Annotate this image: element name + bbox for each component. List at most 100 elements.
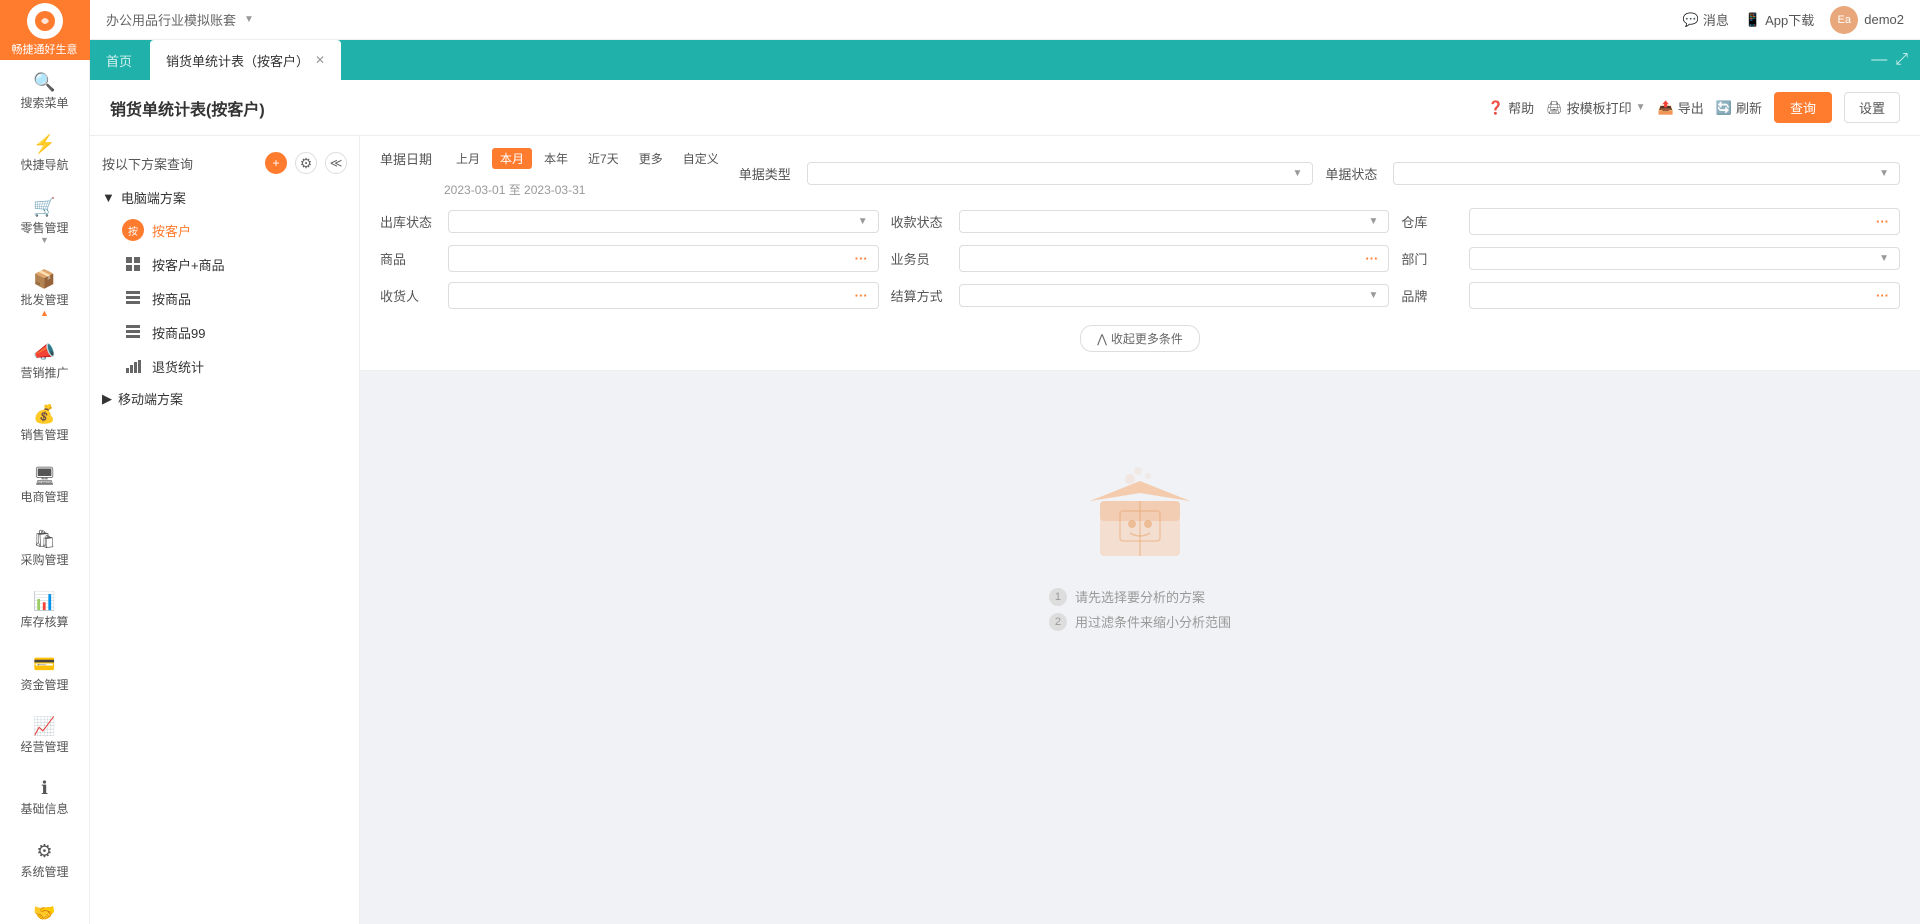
ship-status-control[interactable]: ▼ (448, 210, 879, 233)
tree-child-by-product[interactable]: 按商品 (110, 281, 359, 315)
sidebar-item-marketing[interactable]: 📣 营销推广 (0, 330, 89, 392)
tree-child-by-customer[interactable]: 按 按客户 (110, 213, 359, 247)
tab-close-btn[interactable]: ✕ (315, 53, 325, 67)
tree-children-desktop: 按 按客户 按客户+商品 (90, 213, 359, 383)
department-label: 部门 (1401, 249, 1461, 268)
sidebar-item-wholesale[interactable]: 📦 批发管理 ▲ (0, 257, 89, 329)
by-customer-label: 按客户 (152, 221, 191, 240)
sales-icon: 💰 (33, 404, 55, 425)
department-control[interactable]: ▼ (1469, 247, 1900, 270)
date-tab-custom[interactable]: 自定义 (675, 148, 727, 169)
tab-sales-stat[interactable]: 销货单统计表（按客户） ✕ (150, 40, 341, 80)
collapse-row: ⋀ 收起更多条件 (380, 319, 1900, 358)
sidebar-label-search: 搜索菜单 (20, 96, 68, 110)
tab-home[interactable]: 首页 (90, 40, 148, 80)
sidebar-item-quick-nav[interactable]: ⚡ 快捷导航 (0, 122, 89, 184)
sidebar-item-operations[interactable]: 📈 经营管理 (0, 704, 89, 766)
warehouse-control[interactable]: ··· (1469, 208, 1900, 235)
salesperson-control[interactable]: ··· (959, 245, 1390, 272)
mobile-expand-icon: ▶ (102, 391, 112, 407)
page-content: 销货单统计表(按客户) ❓ 帮助 🖨 按模板打印 ▼ 📤 导出 🔄 刷新 (90, 80, 1920, 924)
tree-child-by-product99[interactable]: 按商品99 (110, 315, 359, 349)
window-minimize-btn[interactable]: — (1871, 51, 1887, 69)
filter-row-2: 出库状态 ▼ 收款状态 ▼ (380, 208, 1900, 235)
sidebar-item-inventory[interactable]: 📊 库存核算 (0, 579, 89, 641)
receiver-ellipsis[interactable]: ··· (855, 288, 868, 303)
tip-text-2: 用过滤条件来缩小分析范围 (1075, 612, 1231, 631)
window-maximize-btn[interactable]: ⤢ (1895, 51, 1908, 69)
date-tab-more[interactable]: 更多 (631, 148, 671, 169)
sidebar-item-enterprise[interactable]: 🤝 企业协同 (0, 891, 89, 924)
tree-section: ▼ 电脑端方案 按 按客户 (90, 182, 359, 414)
order-type-control[interactable]: ▼ (807, 162, 1314, 185)
breadcrumb: 办公用品行业模拟账套 (106, 10, 236, 29)
export-btn[interactable]: 📤 导出 (1658, 98, 1704, 117)
sidebar-item-system[interactable]: ⚙ 系统管理 (0, 829, 89, 891)
date-tab-this-month[interactable]: 本月 (492, 148, 532, 169)
sidebar-item-ecommerce[interactable]: 🖥 电商管理 (0, 454, 89, 516)
refresh-btn[interactable]: 🔄 刷新 (1716, 98, 1762, 117)
retail-icon: 🛒 (33, 197, 55, 218)
filter-receiver-item: 收货人 ··· (380, 282, 879, 309)
collapse-panel-btn[interactable]: ≪ (325, 152, 347, 174)
date-tab-7days[interactable]: 近7天 (580, 148, 627, 169)
date-label: 单据日期 (380, 149, 440, 168)
main-area: 办公用品行业模拟账套 ▼ 💬 消息 📱 App下载 Ea demo2 首页 (90, 0, 1920, 924)
help-btn[interactable]: ❓ 帮助 (1488, 98, 1534, 117)
tree-parent-desktop[interactable]: ▼ 电脑端方案 (90, 182, 359, 213)
print-btn[interactable]: 🖨 按模板打印 ▼ (1546, 98, 1645, 117)
settings-btn[interactable]: 设置 (1844, 92, 1900, 123)
sidebar-menu: 🔍 搜索菜单 ⚡ 快捷导航 🛒 零售管理 ▼ 📦 批发管理 ▲ 📣 营销推广 💰… (0, 60, 89, 924)
tree-child-return-stat[interactable]: 退货统计 (110, 349, 359, 383)
salesperson-ellipsis[interactable]: ··· (1365, 251, 1378, 266)
tree-group-desktop: ▼ 电脑端方案 按 按客户 (90, 182, 359, 383)
date-tab-last-month[interactable]: 上月 (448, 148, 488, 169)
sidebar-item-basic[interactable]: ℹ 基础信息 (0, 766, 89, 828)
inventory-icon: 📊 (33, 591, 55, 612)
print-dropdown-icon: ▼ (1636, 102, 1646, 113)
warehouse-label: 仓库 (1401, 212, 1461, 231)
collapse-label: 收起更多条件 (1111, 330, 1183, 347)
filter-warehouse-item: 仓库 ··· (1401, 208, 1900, 235)
breadcrumb-dropdown-icon[interactable]: ▼ (244, 14, 254, 25)
user-avatar-text: Ea (1838, 14, 1851, 26)
payment-status-control[interactable]: ▼ (959, 210, 1390, 233)
add-scheme-btn[interactable]: + (265, 152, 287, 174)
brand-ellipsis[interactable]: ··· (1876, 288, 1889, 303)
desktop-expand-icon: ▼ (102, 190, 115, 205)
query-btn[interactable]: 查询 (1774, 92, 1832, 123)
sidebar-item-retail[interactable]: 🛒 零售管理 ▼ (0, 185, 89, 257)
sidebar-item-search[interactable]: 🔍 搜索菜单 (0, 60, 89, 122)
window-controls: — ⤢ (1871, 51, 1920, 69)
product-ellipsis[interactable]: ··· (855, 251, 868, 266)
tree-child-by-customer-product[interactable]: 按客户+商品 (110, 247, 359, 281)
sidebar-item-sales[interactable]: 💰 销售管理 (0, 392, 89, 454)
date-tab-this-year[interactable]: 本年 (536, 148, 576, 169)
sidebar-item-finance[interactable]: 💳 资金管理 (0, 642, 89, 704)
operations-icon: 📈 (33, 716, 55, 737)
receiver-control[interactable]: ··· (448, 282, 879, 309)
filter-order-status-item: 单据状态 ▼ (1325, 162, 1900, 185)
user-profile-btn[interactable]: Ea demo2 (1830, 6, 1904, 34)
help-icon: ❓ (1488, 100, 1504, 116)
quick-nav-icon: ⚡ (33, 134, 55, 155)
product-control[interactable]: ··· (448, 245, 879, 272)
warehouse-ellipsis[interactable]: ··· (1876, 214, 1889, 229)
tree-parent-mobile[interactable]: ▶ 移动端方案 (90, 383, 359, 414)
edit-scheme-btn[interactable]: ⚙ (295, 152, 317, 174)
search-icon: 🔍 (33, 72, 55, 93)
message-btn[interactable]: 💬 消息 (1683, 10, 1729, 29)
enterprise-icon: 🤝 (33, 903, 55, 924)
order-status-control[interactable]: ▼ (1393, 162, 1900, 185)
sidebar-item-purchase[interactable]: 🛍 采购管理 (0, 517, 89, 579)
app-download-icon: 📱 (1745, 12, 1761, 28)
settlement-control[interactable]: ▼ (959, 284, 1390, 307)
tree-group-mobile: ▶ 移动端方案 (90, 383, 359, 414)
app-download-btn[interactable]: 📱 App下载 (1745, 10, 1814, 29)
tip-num-2: 2 (1049, 613, 1067, 631)
collapse-btn[interactable]: ⋀ 收起更多条件 (1080, 325, 1200, 352)
settings-label: 设置 (1859, 98, 1885, 117)
filter-row-4: 收货人 ··· 结算方式 ▼ (380, 282, 1900, 309)
left-panel-header: 按以下方案查询 + ⚙ ≪ (90, 146, 359, 182)
brand-control[interactable]: ··· (1469, 282, 1900, 309)
